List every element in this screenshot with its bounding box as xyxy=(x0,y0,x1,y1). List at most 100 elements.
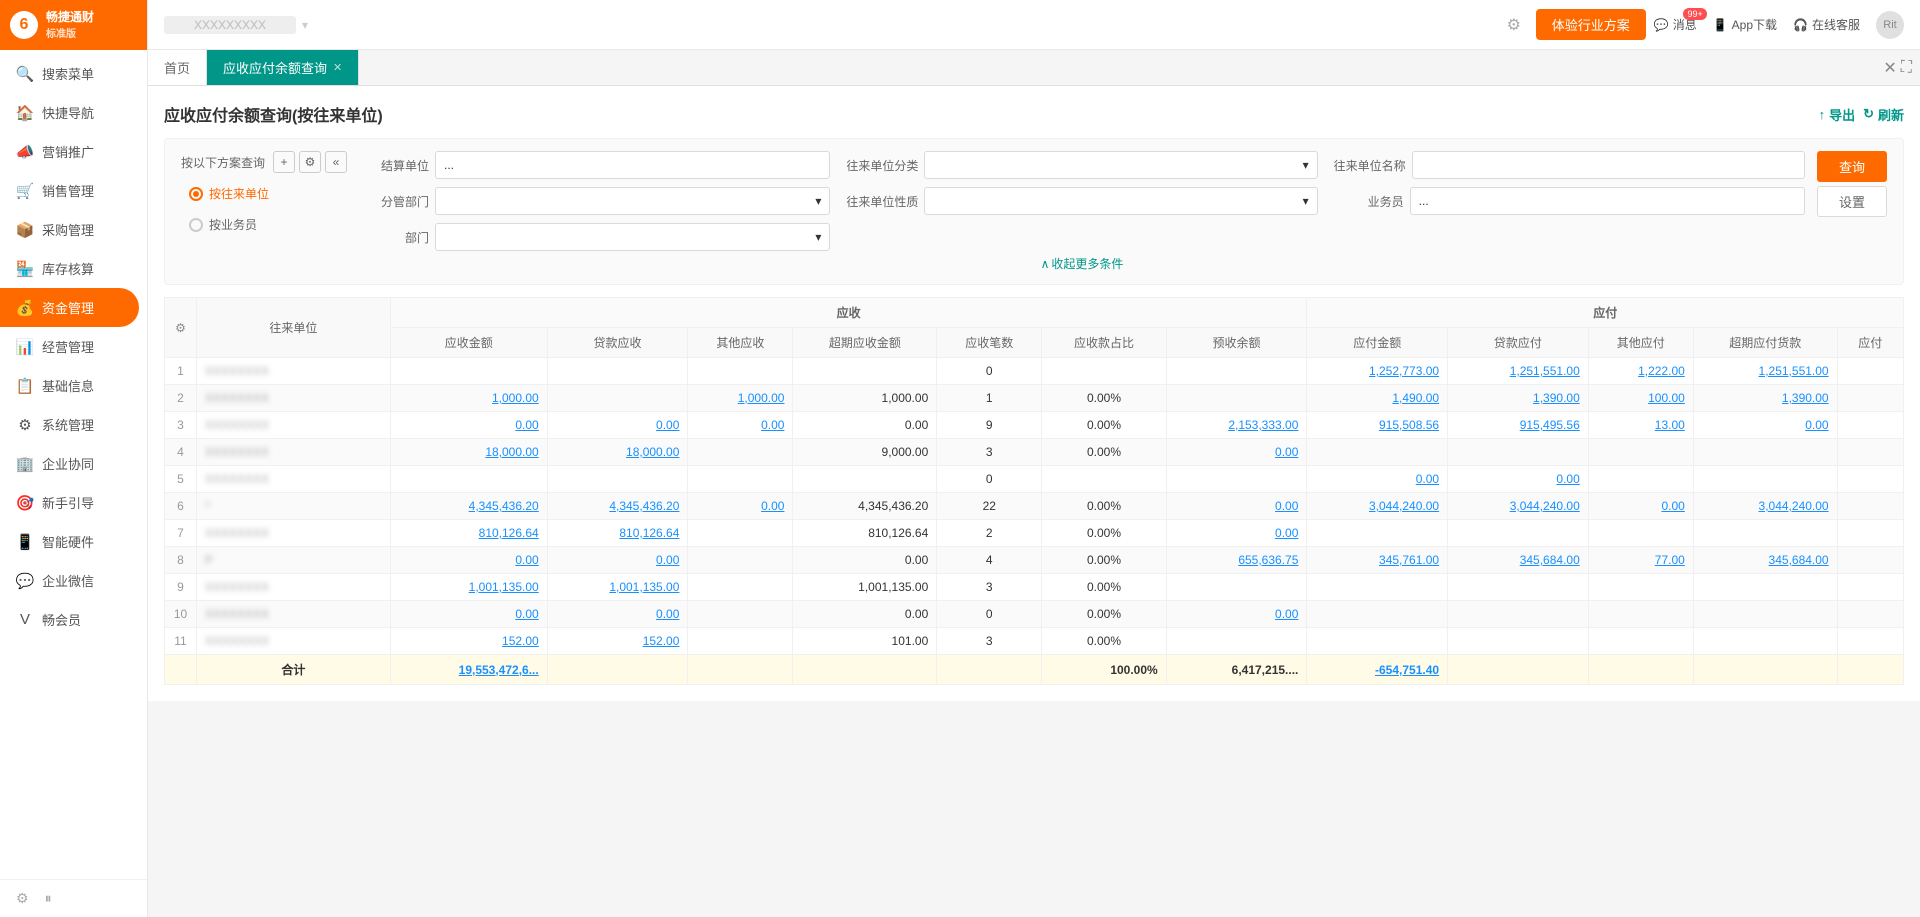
input-settlement[interactable]: ... xyxy=(435,151,830,179)
table-cell xyxy=(1693,520,1837,547)
table-cell[interactable]: 810,126.64 xyxy=(547,520,688,547)
tab-query[interactable]: 应收应付余额查询 ✕ xyxy=(207,50,359,85)
sidebar-item-marketing[interactable]: 📣营销推广 xyxy=(0,132,147,171)
table-settings-icon[interactable]: ⚙ xyxy=(173,321,188,335)
sidebar-item-hardware[interactable]: 📱智能硬件 xyxy=(0,522,147,561)
table-cell[interactable]: 1,001,135.00 xyxy=(547,574,688,601)
sidebar-item-guide[interactable]: 🎯新手引导 xyxy=(0,483,147,522)
table-cell[interactable]: 0.00 xyxy=(390,601,547,628)
table-cell[interactable]: 0.00 xyxy=(1166,493,1307,520)
sidebar-item-system[interactable]: ⚙系统管理 xyxy=(0,405,147,444)
collapse-btn-text[interactable]: ∧ 收起更多条件 xyxy=(359,255,1805,272)
user-avatar[interactable]: Rit xyxy=(1876,11,1904,39)
sidebar-item-vip[interactable]: V畅会员 xyxy=(0,600,147,639)
table-cell[interactable]: 0.00 xyxy=(1693,412,1837,439)
online-service-btn[interactable]: 🎧 在线客服 xyxy=(1793,16,1860,33)
input-department[interactable]: ▾ xyxy=(435,223,830,251)
settings-button[interactable]: 设置 xyxy=(1817,186,1887,217)
table-cell[interactable]: 4,345,436.20 xyxy=(547,493,688,520)
sidebar-item-corp[interactable]: 🏢企业协同 xyxy=(0,444,147,483)
table-cell[interactable]: 1,251,551.00 xyxy=(1448,358,1589,385)
pause-icon[interactable]: ⏸ xyxy=(45,890,52,907)
table-cell[interactable]: 1,000.00 xyxy=(390,385,547,412)
input-unit-nature[interactable]: ▾ xyxy=(924,187,1317,215)
table-cell[interactable]: 0.00 xyxy=(1448,466,1589,493)
sidebar-item-finance[interactable]: 💰资金管理 xyxy=(0,288,139,327)
table-cell xyxy=(1166,628,1307,655)
sidebar-item-purchase[interactable]: 📦采购管理 xyxy=(0,210,147,249)
sidebar-item-operations[interactable]: 📊经营管理 xyxy=(0,327,147,366)
table-cell[interactable]: 810,126.64 xyxy=(390,520,547,547)
sidebar-item-search[interactable]: 🔍搜索菜单 xyxy=(0,54,147,93)
collapse-scheme-btn[interactable]: « xyxy=(325,151,347,173)
table-cell: 0.00% xyxy=(1042,493,1166,520)
table-cell xyxy=(1837,358,1903,385)
app-download-btn[interactable]: 📱 App下载 xyxy=(1713,16,1777,33)
dropdown-arrow-unit-category: ▾ xyxy=(1303,158,1309,172)
table-cell[interactable]: 0.00 xyxy=(1166,439,1307,466)
table-cell[interactable]: 3,044,240.00 xyxy=(1307,493,1448,520)
table-cell[interactable]: 655,636.75 xyxy=(1166,547,1307,574)
table-cell[interactable]: 1,490.00 xyxy=(1307,385,1448,412)
sidebar-item-sales[interactable]: 🛒销售管理 xyxy=(0,171,147,210)
table-cell[interactable]: 0.00 xyxy=(547,412,688,439)
sidebar-item-quick[interactable]: 🏠快捷导航 xyxy=(0,93,147,132)
table-cell[interactable]: 345,684.00 xyxy=(1693,547,1837,574)
promo-button[interactable]: 体验行业方案 xyxy=(1536,9,1646,40)
tab-close-icon[interactable]: ✕ xyxy=(333,61,342,74)
table-cell[interactable]: 152.00 xyxy=(547,628,688,655)
input-division[interactable]: ▾ xyxy=(435,187,830,215)
table-cell[interactable]: 915,495.56 xyxy=(1448,412,1589,439)
table-cell[interactable]: 0.00 xyxy=(390,412,547,439)
table-cell[interactable]: 1,252,773.00 xyxy=(1307,358,1448,385)
table-cell[interactable]: 1,001,135.00 xyxy=(390,574,547,601)
input-unit-name[interactable] xyxy=(1412,151,1805,179)
table-cell[interactable]: 1,222.00 xyxy=(1588,358,1693,385)
table-cell[interactable]: 1,390.00 xyxy=(1448,385,1589,412)
option-by-unit[interactable]: 按往来单位 xyxy=(181,181,347,206)
export-button[interactable]: ↑ 导出 xyxy=(1819,105,1856,124)
table-cell[interactable]: 77.00 xyxy=(1588,547,1693,574)
sidebar-item-basic[interactable]: 📋基础信息 xyxy=(0,366,147,405)
table-cell[interactable]: 0.00 xyxy=(1166,520,1307,547)
tab-close-window-icon[interactable]: ✕ xyxy=(1883,58,1896,78)
table-cell[interactable]: 1,251,551.00 xyxy=(1693,358,1837,385)
topbar-settings-icon[interactable]: ⚙ xyxy=(1500,11,1528,39)
table-cell[interactable]: 1,000.00 xyxy=(688,385,793,412)
tab-home[interactable]: 首页 xyxy=(148,50,207,85)
table-cell[interactable]: 0.00 xyxy=(1588,493,1693,520)
query-button[interactable]: 查询 xyxy=(1817,151,1887,182)
edit-scheme-btn[interactable]: ⚙ xyxy=(299,151,321,173)
option-by-salesman[interactable]: 按业务员 xyxy=(181,212,347,237)
sidebar-item-inventory[interactable]: 🏪库存核算 xyxy=(0,249,147,288)
table-cell[interactable]: 0.00 xyxy=(688,493,793,520)
table-cell[interactable]: 2,153,333.00 xyxy=(1166,412,1307,439)
table-cell[interactable]: 0.00 xyxy=(1166,601,1307,628)
table-cell[interactable]: 3,044,240.00 xyxy=(1693,493,1837,520)
tab-maximize-icon[interactable]: ⛶ xyxy=(1901,59,1912,77)
table-cell[interactable]: 13.00 xyxy=(1588,412,1693,439)
table-cell[interactable]: 4,345,436.20 xyxy=(390,493,547,520)
table-cell[interactable]: 0.00 xyxy=(547,547,688,574)
add-scheme-btn[interactable]: + xyxy=(273,151,295,173)
table-cell[interactable]: 152.00 xyxy=(390,628,547,655)
table-cell[interactable]: 3,044,240.00 xyxy=(1448,493,1589,520)
sidebar-item-wechat[interactable]: 💬企业微信 xyxy=(0,561,147,600)
table-cell[interactable]: 0.00 xyxy=(547,601,688,628)
table-cell[interactable]: 915,508.56 xyxy=(1307,412,1448,439)
refresh-button[interactable]: ↻ 刷新 xyxy=(1863,105,1904,124)
table-cell[interactable]: 0.00 xyxy=(688,412,793,439)
table-cell[interactable]: 0.00 xyxy=(390,547,547,574)
table-cell xyxy=(1837,385,1903,412)
input-unit-category[interactable]: ▾ xyxy=(924,151,1317,179)
settings-icon[interactable]: ⚙ xyxy=(16,890,29,907)
table-cell[interactable]: 1,390.00 xyxy=(1693,385,1837,412)
messages-btn[interactable]: 💬 消息 99+ xyxy=(1654,16,1697,33)
table-cell[interactable]: 100.00 xyxy=(1588,385,1693,412)
input-salesman[interactable]: ... xyxy=(1410,187,1805,215)
table-cell[interactable]: 18,000.00 xyxy=(390,439,547,466)
table-cell[interactable]: 345,761.00 xyxy=(1307,547,1448,574)
table-cell[interactable]: 18,000.00 xyxy=(547,439,688,466)
table-cell[interactable]: 0.00 xyxy=(1307,466,1448,493)
table-cell[interactable]: 345,684.00 xyxy=(1448,547,1589,574)
